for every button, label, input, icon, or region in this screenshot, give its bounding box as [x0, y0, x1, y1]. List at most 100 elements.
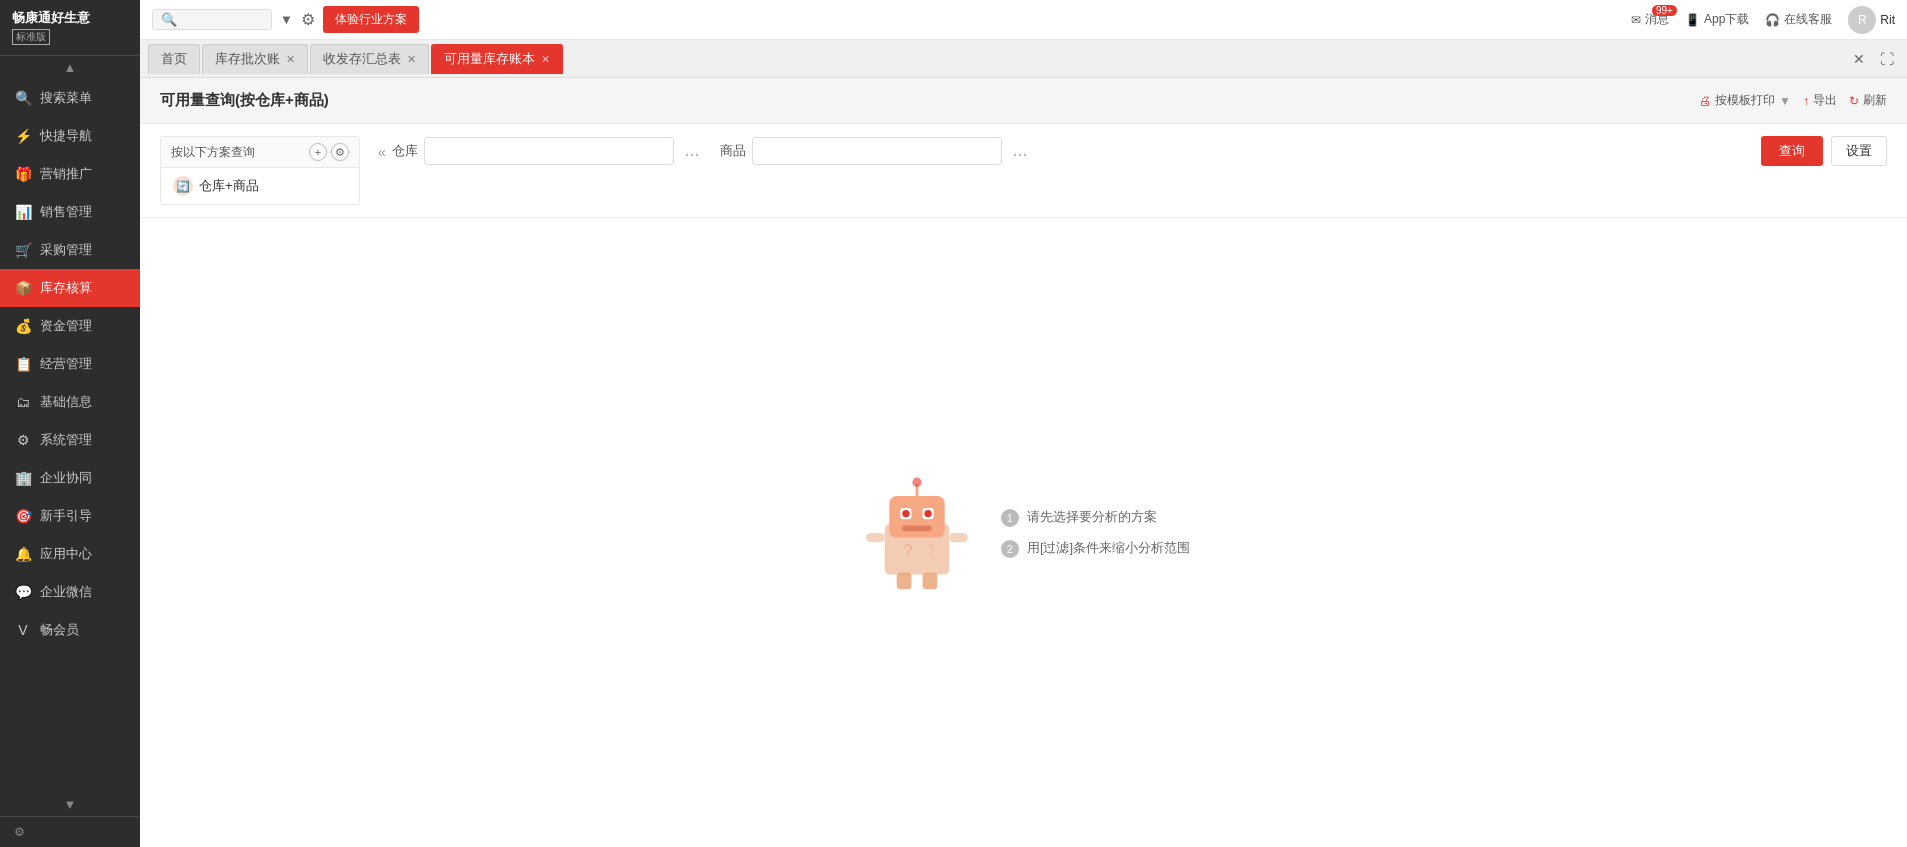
sidebar-item-label: 经营管理	[40, 355, 92, 373]
online-service-button[interactable]: 🎧 在线客服	[1765, 11, 1832, 28]
tab-available-ledger[interactable]: 可用量库存账本 ✕	[431, 44, 563, 74]
sidebar-item-marketing[interactable]: 🎁 营销推广	[0, 155, 140, 193]
tab-receipt-summary[interactable]: 收发存汇总表 ✕	[310, 44, 429, 74]
service-icon: 🎧	[1765, 13, 1780, 27]
sidebar-item-sales[interactable]: 📊 销售管理	[0, 193, 140, 231]
export-button[interactable]: ↑ 导出	[1803, 92, 1837, 109]
tab-batch-ledger[interactable]: 库存批次账 ✕	[202, 44, 308, 74]
svg-rect-9	[866, 533, 884, 542]
print-template-button[interactable]: 🖨 按模板打印 ▼	[1699, 92, 1791, 109]
username: Rit	[1880, 13, 1895, 27]
sales-nav-icon: 📊	[14, 203, 32, 221]
svg-rect-12	[922, 572, 937, 589]
message-badge: 99+	[1652, 5, 1677, 16]
svg-rect-6	[902, 525, 932, 531]
query-button[interactable]: 查询	[1761, 136, 1823, 166]
sidebar-item-shortcut[interactable]: ⚡ 快捷导航	[0, 117, 140, 155]
collapse-button[interactable]: «	[372, 136, 392, 205]
sidebar-item-apps[interactable]: 🔔 应用中心	[0, 535, 140, 573]
apps-nav-icon: 🔔	[14, 545, 32, 563]
sidebar-item-basic[interactable]: 🗂 基础信息	[0, 383, 140, 421]
goods-input-wrapper: …	[752, 137, 1032, 165]
tab-batch-ledger-label: 库存批次账	[215, 50, 280, 68]
topbar-search-box[interactable]: 🔍	[152, 9, 272, 30]
export-icon: ↑	[1803, 94, 1809, 108]
tab-home[interactable]: 首页	[148, 44, 200, 74]
settings-icon: ⚙	[14, 825, 25, 839]
app-download-icon: 📱	[1685, 13, 1700, 27]
settings-button[interactable]: 设置	[1831, 136, 1887, 166]
tab-available-ledger-label: 可用量库存账本	[444, 50, 535, 68]
tab-available-ledger-close[interactable]: ✕	[541, 53, 550, 66]
warehouse-filter: 仓库 …	[392, 137, 704, 165]
sidebar-item-label: 库存核算	[40, 279, 92, 297]
vip-nav-icon: V	[14, 621, 32, 639]
sidebar-item-label: 应用中心	[40, 545, 92, 563]
sidebar-item-label: 采购管理	[40, 241, 92, 259]
app-name: 畅康通好生意	[12, 10, 128, 27]
app-download-button[interactable]: 📱 App下载	[1685, 11, 1749, 28]
sidebar-bottom[interactable]: ⚙	[0, 816, 140, 847]
inventory-nav-icon: 📦	[14, 279, 32, 297]
tip-number-2: 2	[1001, 540, 1019, 558]
trial-industry-button[interactable]: 体验行业方案	[323, 6, 419, 33]
message-button[interactable]: ✉ 消息 99+	[1631, 11, 1669, 28]
dropdown-arrow-icon: ▼	[1779, 94, 1791, 108]
sidebar-item-cooperation[interactable]: 🏢 企业协同	[0, 459, 140, 497]
tab-batch-ledger-close[interactable]: ✕	[286, 53, 295, 66]
goods-more-btn[interactable]: …	[1012, 142, 1028, 160]
sidebar-item-label: 企业协同	[40, 469, 92, 487]
search-input[interactable]	[181, 13, 261, 27]
scheme-header-actions: + ⚙	[309, 143, 349, 161]
tab-maximize-btn[interactable]: ⛶	[1875, 47, 1899, 71]
tip-number-1: 1	[1001, 509, 1019, 527]
filter-row: 仓库 … 商品	[392, 136, 1887, 166]
guide-nav-icon: 🎯	[14, 507, 32, 525]
svg-point-4	[902, 509, 909, 516]
sidebar-item-finance[interactable]: 💰 资金管理	[0, 307, 140, 345]
sidebar-item-guide[interactable]: 🎯 新手引导	[0, 497, 140, 535]
sidebar-scroll-down[interactable]: ▼	[0, 793, 140, 816]
sidebar-item-inventory[interactable]: 📦 库存核算	[0, 269, 140, 307]
query-area: 按以下方案查询 + ⚙ 🔄 仓库+商品 «	[140, 124, 1907, 218]
sidebar-item-label: 系统管理	[40, 431, 92, 449]
sidebar-item-vip[interactable]: V 畅会员	[0, 611, 140, 649]
svg-point-8	[912, 477, 921, 486]
content-area: 可用量查询(按仓库+商品) 🖨 按模板打印 ▼ ↑ 导出 ↻ 刷新	[140, 78, 1907, 847]
goods-filter: 商品 …	[720, 137, 1032, 165]
add-scheme-button[interactable]: +	[309, 143, 327, 161]
sidebar-scroll-up[interactable]: ▲	[0, 56, 140, 79]
purchase-nav-icon: 🛒	[14, 241, 32, 259]
sidebar-item-label: 快捷导航	[40, 127, 92, 145]
topbar-right: ✉ 消息 99+ 📱 App下载 🎧 在线客服 R Rit	[1631, 6, 1895, 34]
refresh-button[interactable]: ↻ 刷新	[1849, 92, 1887, 109]
topbar-settings-icon[interactable]: ⚙	[301, 10, 315, 29]
finance-nav-icon: 💰	[14, 317, 32, 335]
message-icon: ✉	[1631, 13, 1641, 27]
sidebar-header: 畅康通好生意 标准版	[0, 0, 140, 56]
scheme-item-label: 仓库+商品	[199, 177, 259, 195]
shortcut-nav-icon: ⚡	[14, 127, 32, 145]
app-version: 标准版	[12, 29, 50, 45]
sidebar-item-purchase[interactable]: 🛒 采购管理	[0, 231, 140, 269]
sidebar-item-wechat[interactable]: 💬 企业微信	[0, 573, 140, 611]
sidebar-item-label: 资金管理	[40, 317, 92, 335]
tab-close-window-btn[interactable]: ✕	[1847, 47, 1871, 71]
search-nav-icon: 🔍	[14, 89, 32, 107]
topbar-dropdown-icon[interactable]: ▼	[280, 12, 293, 27]
settings-scheme-button[interactable]: ⚙	[331, 143, 349, 161]
warehouse-input[interactable]	[424, 137, 674, 165]
warehouse-more-btn[interactable]: …	[684, 142, 700, 160]
operation-nav-icon: 📋	[14, 355, 32, 373]
sidebar-item-system[interactable]: ⚙ 系统管理	[0, 421, 140, 459]
tab-receipt-summary-close[interactable]: ✕	[407, 53, 416, 66]
scheme-item-warehouse-goods[interactable]: 🔄 仓库+商品	[161, 168, 359, 204]
sidebar-item-operation[interactable]: 📋 经营管理	[0, 345, 140, 383]
sidebar-item-search[interactable]: 🔍 搜索菜单	[0, 79, 140, 117]
sidebar-item-label: 搜索菜单	[40, 89, 92, 107]
tabs-bar: 首页 库存批次账 ✕ 收发存汇总表 ✕ 可用量库存账本 ✕ ✕ ⛶	[140, 40, 1907, 78]
user-profile[interactable]: R Rit	[1848, 6, 1895, 34]
svg-text:?: ?	[927, 542, 934, 557]
svg-text:?: ?	[903, 541, 912, 560]
goods-input[interactable]	[752, 137, 1002, 165]
